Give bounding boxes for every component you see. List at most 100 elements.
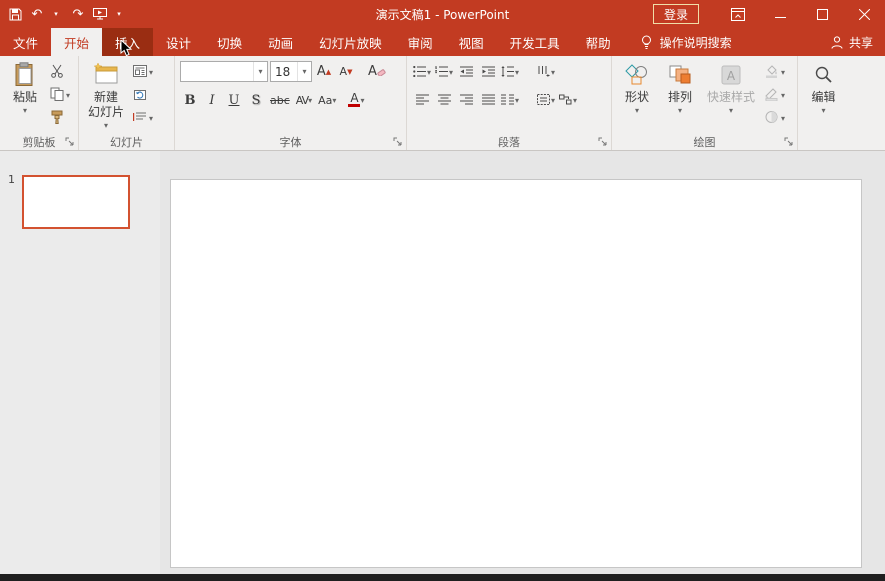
- font-color-caret-icon: [360, 96, 364, 104]
- text-direction-button[interactable]: [536, 61, 556, 81]
- tab-insert[interactable]: 插入: [102, 28, 154, 56]
- customize-qat-icon[interactable]: ▾: [108, 2, 130, 26]
- titlebar: ↶ ▾ ↷ ▾ 演示文稿1 - PowerPoint 登录: [0, 0, 885, 28]
- clear-formatting-glyph: A: [368, 64, 377, 79]
- decrease-font-size-button[interactable]: A ▼: [336, 62, 356, 82]
- tab-developer[interactable]: 开发工具: [497, 28, 573, 56]
- font-size-dropdown-icon[interactable]: ▾: [297, 62, 311, 81]
- login-button[interactable]: 登录: [652, 4, 699, 24]
- smartart-caret-icon: [573, 95, 577, 103]
- tab-animations[interactable]: 动画: [255, 28, 306, 56]
- decrease-indent-button[interactable]: [456, 61, 476, 81]
- close-button[interactable]: [843, 0, 885, 28]
- section-button[interactable]: [131, 107, 155, 127]
- font-name-dropdown-icon[interactable]: ▾: [253, 62, 267, 81]
- format-painter-button[interactable]: [48, 107, 72, 127]
- cut-button[interactable]: [48, 61, 72, 81]
- reset-slide-button[interactable]: [131, 84, 155, 104]
- increase-font-size-button[interactable]: A ▲: [314, 62, 334, 82]
- align-text-caret-icon: [551, 95, 555, 103]
- font-dialog-launcher[interactable]: [392, 136, 404, 148]
- convert-to-smartart-button[interactable]: [558, 89, 578, 109]
- group-paragraph: 段落: [406, 56, 611, 150]
- ribbon-display-options-icon[interactable]: [717, 0, 759, 28]
- tab-file-label: 文件: [13, 35, 39, 51]
- align-left-button[interactable]: [412, 89, 432, 109]
- save-icon[interactable]: [4, 2, 26, 26]
- tab-file[interactable]: 文件: [0, 28, 51, 56]
- underline-button[interactable]: U: [224, 90, 244, 110]
- new-slide-button[interactable]: 新建 幻灯片: [84, 59, 128, 129]
- group-font: ▾ 18 ▾ A ▲ A ▼ A B I U S abc AV ▾ Aa ▾ A…: [174, 56, 406, 150]
- drawing-group-label: 绘图: [693, 135, 716, 149]
- columns-caret-icon: [515, 95, 519, 103]
- numbering-button[interactable]: [434, 61, 454, 81]
- decrease-font-glyph: A: [339, 65, 348, 78]
- shapes-label: 形状: [624, 90, 649, 104]
- bullets-button[interactable]: [412, 61, 432, 81]
- undo-dropdown-icon[interactable]: ▾: [45, 2, 67, 26]
- align-center-button[interactable]: [434, 89, 454, 109]
- character-spacing-button[interactable]: AV: [294, 90, 314, 110]
- strikethrough-button[interactable]: abc: [268, 90, 292, 110]
- quick-styles-button[interactable]: A 快速样式: [703, 59, 759, 114]
- shape-fill-button[interactable]: [762, 61, 787, 81]
- italic-button[interactable]: I: [202, 90, 222, 110]
- font-color-button[interactable]: A: [346, 90, 366, 110]
- group-drawing: 形状 排列 A 快速样式: [611, 56, 797, 150]
- group-clipboard: 粘贴 剪贴板: [0, 56, 78, 150]
- underline-glyph: U: [228, 92, 240, 108]
- group-editing: 编辑: [797, 56, 849, 150]
- align-right-button[interactable]: [456, 89, 476, 109]
- redo-icon[interactable]: ↷: [67, 2, 89, 26]
- clear-formatting-button[interactable]: A: [366, 62, 388, 82]
- bold-button[interactable]: B: [180, 90, 200, 110]
- slide-thumbnail-selected[interactable]: [22, 175, 130, 229]
- tab-home[interactable]: 开始: [51, 28, 103, 56]
- minimize-button[interactable]: [759, 0, 801, 28]
- shapes-button[interactable]: 形状: [617, 59, 657, 114]
- editing-button[interactable]: 编辑: [804, 59, 844, 114]
- slide-editing-area[interactable]: [170, 179, 862, 568]
- quick-styles-icon: A: [718, 60, 744, 90]
- slide-thumbnail-panel[interactable]: 1: [0, 151, 160, 574]
- paste-label: 粘贴: [12, 90, 37, 104]
- tell-me-search[interactable]: 操作说明搜索: [640, 28, 732, 56]
- layout-button[interactable]: [131, 61, 155, 81]
- shape-effects-button[interactable]: [762, 107, 787, 127]
- share-button[interactable]: 共享: [831, 28, 885, 56]
- columns-button[interactable]: [500, 89, 520, 109]
- tab-slideshow[interactable]: 幻灯片放映: [306, 28, 395, 56]
- paragraph-dialog-launcher[interactable]: [597, 136, 609, 148]
- copy-button[interactable]: [48, 84, 72, 104]
- clipboard-dialog-launcher[interactable]: [64, 136, 76, 148]
- increase-font-glyph: A: [316, 64, 326, 79]
- drawing-dialog-launcher[interactable]: [783, 136, 795, 148]
- justify-button[interactable]: [478, 89, 498, 109]
- increase-indent-button[interactable]: [478, 61, 498, 81]
- align-text-button[interactable]: [536, 89, 556, 109]
- font-name-combobox[interactable]: ▾: [180, 61, 268, 82]
- section-caret-icon: [149, 113, 153, 121]
- font-name-value: [181, 62, 253, 81]
- change-case-button[interactable]: Aa: [316, 90, 338, 110]
- font-group-label: 字体: [279, 135, 302, 149]
- new-slide-label-2: 幻灯片: [88, 105, 125, 119]
- tab-help[interactable]: 帮助: [573, 28, 624, 56]
- tab-view[interactable]: 视图: [446, 28, 497, 56]
- font-size-combobox[interactable]: 18 ▾: [270, 61, 312, 82]
- arrange-button[interactable]: 排列: [660, 59, 700, 114]
- tell-me-label: 操作说明搜索: [659, 35, 732, 50]
- line-spacing-button[interactable]: [500, 61, 520, 81]
- tab-transitions[interactable]: 切换: [204, 28, 255, 56]
- maximize-button[interactable]: [801, 0, 843, 28]
- search-icon: [814, 60, 834, 90]
- text-shadow-button[interactable]: S: [246, 90, 266, 110]
- tab-review[interactable]: 审阅: [395, 28, 446, 56]
- arrange-icon: [667, 60, 693, 90]
- shape-outline-button[interactable]: [762, 84, 787, 104]
- svg-text:A: A: [727, 69, 736, 83]
- share-label: 共享: [848, 35, 873, 50]
- paste-button[interactable]: 粘贴: [5, 59, 45, 114]
- tab-design[interactable]: 设计: [153, 28, 204, 56]
